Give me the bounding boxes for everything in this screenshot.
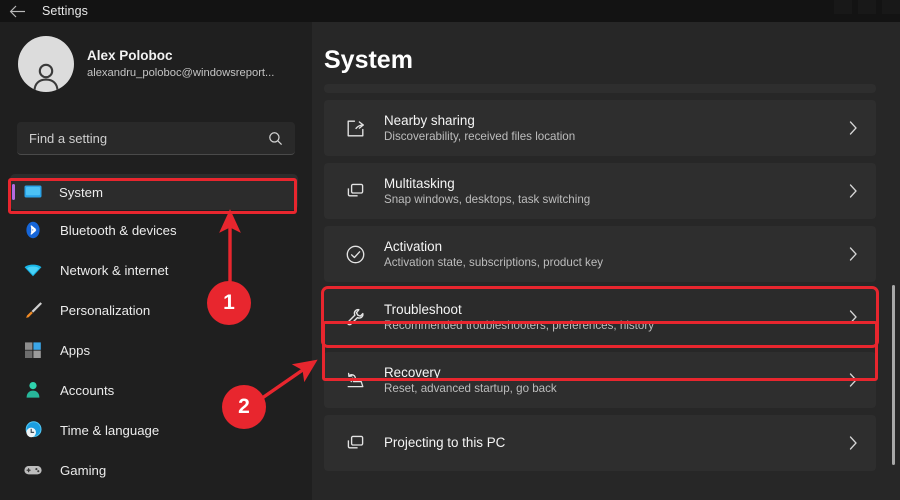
list-item-title: Projecting to this PC: [384, 434, 505, 452]
project-screen-icon: [342, 430, 368, 456]
sidebar-item-apps[interactable]: Apps: [0, 330, 312, 370]
settings-window: Settings Alex Poloboc alexandru_poloboc@…: [0, 0, 900, 500]
list-item-multitasking[interactable]: Multitasking Snap windows, desktops, tas…: [324, 163, 876, 219]
window-controls: [780, 0, 900, 22]
check-circle-icon: [342, 241, 368, 267]
chevron-right-icon[interactable]: [849, 310, 858, 325]
window-title: Settings: [42, 4, 88, 18]
list-item-text: Activation Activation state, subscriptio…: [384, 238, 603, 271]
list-item-text: Nearby sharing Discoverability, received…: [384, 112, 575, 145]
wifi-icon: [22, 259, 44, 281]
sidebar-item-label: System: [59, 185, 103, 200]
profile-text: Alex Poloboc alexandru_poloboc@windowsre…: [87, 47, 274, 80]
selection-indicator: [12, 184, 15, 200]
list-item-activation[interactable]: Activation Activation state, subscriptio…: [324, 226, 876, 282]
chevron-right-icon[interactable]: [849, 121, 858, 136]
chevron-right-icon[interactable]: [849, 436, 858, 451]
sidebar: Alex Poloboc alexandru_poloboc@windowsre…: [0, 22, 312, 500]
scrollbar[interactable]: [888, 22, 898, 500]
sidebar-item-system[interactable]: System: [10, 174, 298, 210]
list-item-title: Multitasking: [384, 175, 590, 193]
list-item-partial-top[interactable]: [324, 84, 876, 93]
search-icon[interactable]: [268, 131, 283, 146]
sidebar-item-network-internet[interactable]: Network & internet: [0, 250, 312, 290]
sidebar-item-accounts[interactable]: Accounts: [0, 370, 312, 410]
list-item-title: Troubleshoot: [384, 301, 654, 319]
list-item-text: Troubleshoot Recommended troubleshooters…: [384, 301, 654, 334]
close-button[interactable]: [882, 0, 900, 14]
list-item-subtitle: Snap windows, desktops, task switching: [384, 192, 590, 207]
list-item-title: Activation: [384, 238, 603, 256]
list-item-nearby-sharing[interactable]: Nearby sharing Discoverability, received…: [324, 100, 876, 156]
list-item-recovery[interactable]: Recovery Reset, advanced startup, go bac…: [324, 352, 876, 408]
avatar: [18, 36, 74, 92]
paintbrush-icon: [22, 299, 44, 321]
list-item-subtitle: Reset, advanced startup, go back: [384, 381, 557, 396]
chevron-right-icon[interactable]: [849, 373, 858, 388]
page-title: System: [324, 46, 413, 75]
list-item-subtitle: Activation state, subscriptions, product…: [384, 255, 603, 270]
list-item-text: Multitasking Snap windows, desktops, tas…: [384, 175, 590, 208]
recovery-icon: [342, 367, 368, 393]
list-item-title: Nearby sharing: [384, 112, 575, 130]
maximize-button[interactable]: [858, 0, 876, 14]
search-input[interactable]: Find a setting: [17, 122, 295, 155]
chevron-right-icon[interactable]: [849, 184, 858, 199]
sidebar-item-personalization[interactable]: Personalization: [0, 290, 312, 330]
bluetooth-icon: [22, 219, 44, 241]
sidebar-item-time-language[interactable]: Time & language: [0, 410, 312, 450]
clock-globe-icon: [22, 419, 44, 441]
sidebar-item-label: Personalization: [60, 303, 150, 318]
gamepad-icon: [22, 459, 44, 481]
list-item-title: Recovery: [384, 364, 557, 382]
list-item-text: Recovery Reset, advanced startup, go bac…: [384, 364, 557, 397]
back-arrow-icon[interactable]: [0, 0, 34, 22]
profile-section[interactable]: Alex Poloboc alexandru_poloboc@windowsre…: [0, 22, 312, 92]
share-icon: [342, 115, 368, 141]
apps-grid-icon: [22, 339, 44, 361]
multitasking-windows-icon: [342, 178, 368, 204]
list-item-troubleshoot[interactable]: Troubleshoot Recommended troubleshooters…: [324, 289, 876, 345]
sidebar-nav: System Bluetooth & devices: [0, 174, 312, 490]
title-bar: Settings: [0, 0, 900, 22]
list-item-subtitle: Discoverability, received files location: [384, 129, 575, 144]
minimize-button[interactable]: [834, 0, 852, 14]
sidebar-item-label: Accounts: [60, 383, 114, 398]
wrench-icon: [342, 304, 368, 330]
sidebar-item-label: Gaming: [60, 463, 106, 478]
monitor-icon: [22, 181, 44, 203]
sidebar-item-label: Bluetooth & devices: [60, 223, 177, 238]
sidebar-item-label: Apps: [60, 343, 90, 358]
main-panel: System Nearby sharing Discoverability, r…: [312, 22, 900, 500]
account-person-icon: [22, 379, 44, 401]
search-placeholder: Find a setting: [29, 131, 268, 146]
profile-email: alexandru_poloboc@windowsreport...: [87, 66, 274, 81]
chevron-right-icon[interactable]: [849, 247, 858, 262]
list-item-projecting-to-this-pc[interactable]: Projecting to this PC: [324, 415, 876, 471]
sidebar-item-gaming[interactable]: Gaming: [0, 450, 312, 490]
settings-list: Nearby sharing Discoverability, received…: [324, 84, 876, 478]
sidebar-item-label: Network & internet: [60, 263, 168, 278]
sidebar-item-label: Time & language: [60, 423, 159, 438]
sidebar-item-bluetooth-devices[interactable]: Bluetooth & devices: [0, 210, 312, 250]
list-item-text: Projecting to this PC: [384, 434, 505, 452]
profile-name: Alex Poloboc: [87, 47, 274, 65]
scrollbar-thumb[interactable]: [892, 285, 895, 465]
list-item-subtitle: Recommended troubleshooters, preferences…: [384, 318, 654, 333]
